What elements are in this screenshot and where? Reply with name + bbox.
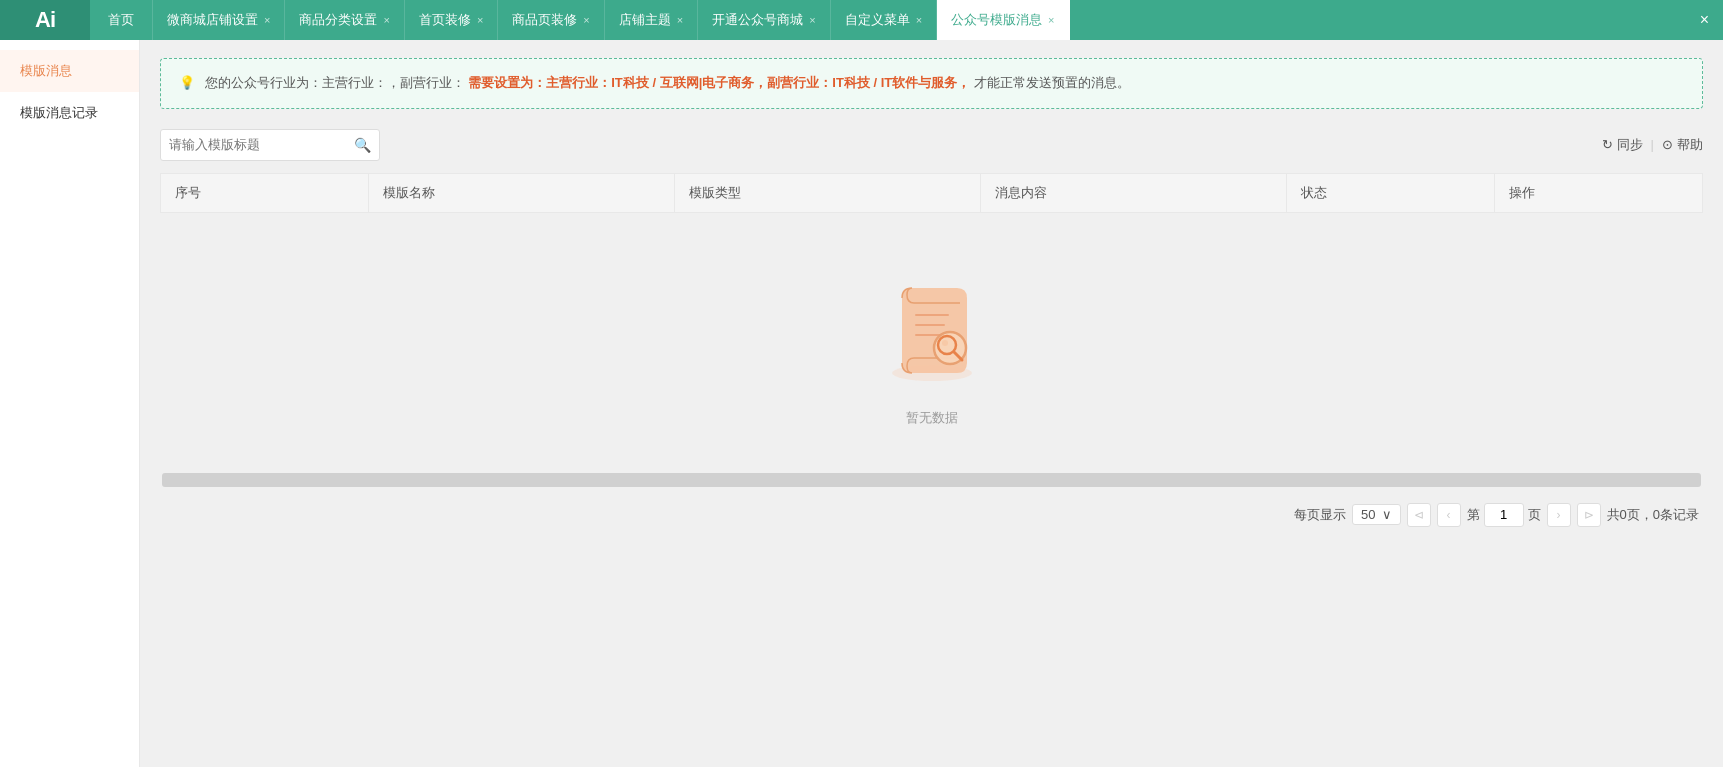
close-tab-product-decor[interactable]: × (583, 14, 589, 26)
data-table: 序号模版名称模版类型消息内容状态操作 (160, 173, 1703, 213)
top-navigation: Ai 首页微商城店铺设置×商品分类设置×首页装修×商品页装修×店铺主题×开通公众… (0, 0, 1723, 40)
content-area: 💡 您的公众号行业为：主营行业：，副营行业： 需要设置为：主营行业：IT科技 /… (140, 40, 1723, 767)
col-header-name: 模版名称 (368, 173, 674, 212)
empty-text: 暂无数据 (906, 409, 958, 427)
col-header-action: 操作 (1495, 173, 1703, 212)
pagination: 每页显示 50 ∨ ⊲ ‹ 第 页 › ⊳ 共0页，0条记录 (160, 493, 1703, 531)
close-tab-shop-theme[interactable]: × (677, 14, 683, 26)
page-total: 共0页，0条记录 (1607, 506, 1699, 524)
logo-text: Ai (35, 7, 55, 33)
logo: Ai (0, 0, 90, 40)
per-page-label: 每页显示 (1294, 506, 1346, 524)
close-tab-open-mall[interactable]: × (809, 14, 815, 26)
col-header-type: 模版类型 (674, 173, 980, 212)
sync-button[interactable]: ↻ 同步 (1602, 136, 1643, 154)
svg-point-7 (942, 340, 948, 346)
nav-tab-product-decor[interactable]: 商品页装修× (498, 0, 604, 40)
last-page-button[interactable]: ⊳ (1577, 503, 1601, 527)
nav-tab-home[interactable]: 首页 (90, 0, 153, 40)
close-tab-template-msg[interactable]: × (1048, 14, 1054, 26)
horizontal-scrollbar[interactable] (160, 473, 1703, 487)
per-page-value: 50 (1361, 507, 1375, 522)
sidebar: 模版消息模版消息记录 (0, 40, 140, 767)
page-number-input[interactable] (1484, 503, 1524, 527)
main-layout: 模版消息模版消息记录 💡 您的公众号行业为：主营行业：，副营行业： 需要设置为：… (0, 40, 1723, 767)
help-label: 帮助 (1677, 136, 1703, 154)
close-tab-category-settings[interactable]: × (383, 14, 389, 26)
help-icon: ⊙ (1662, 137, 1673, 152)
nav-tabs: 首页微商城店铺设置×商品分类设置×首页装修×商品页装修×店铺主题×开通公众号商城… (90, 0, 1686, 40)
prev-page-button[interactable]: ‹ (1437, 503, 1461, 527)
page-input-box: 第 页 (1467, 503, 1541, 527)
scrollbar-track[interactable] (162, 473, 1701, 487)
bulb-icon: 💡 (179, 75, 195, 90)
search-input[interactable] (169, 137, 354, 152)
next-page-button[interactable]: › (1547, 503, 1571, 527)
per-page-dropdown-icon: ∨ (1382, 507, 1392, 522)
toolbar-right: ↻ 同步 | ⊙ 帮助 (1602, 136, 1703, 154)
page-label-before: 第 (1467, 506, 1480, 524)
empty-illustration (872, 273, 992, 393)
table-header: 序号模版名称模版类型消息内容状态操作 (161, 173, 1703, 212)
table-header-row: 序号模版名称模版类型消息内容状态操作 (161, 173, 1703, 212)
sidebar-item-template-msg[interactable]: 模版消息 (0, 50, 139, 92)
nav-tab-template-msg[interactable]: 公众号模版消息× (937, 0, 1069, 40)
col-header-status: 状态 (1287, 173, 1495, 212)
col-header-index: 序号 (161, 173, 369, 212)
notice-text-before: 您的公众号行业为：主营行业：，副营行业： (205, 75, 465, 90)
col-header-content: 消息内容 (981, 173, 1287, 212)
notice-highlight-text: 需要设置为：主营行业：IT科技 / 互联网|电子商务，副营行业：IT科技 / I… (468, 75, 970, 90)
nav-tab-shop-theme[interactable]: 店铺主题× (605, 0, 698, 40)
nav-tab-category-settings[interactable]: 商品分类设置× (285, 0, 404, 40)
first-page-button[interactable]: ⊲ (1407, 503, 1431, 527)
sync-label: 同步 (1617, 136, 1643, 154)
page-label-after: 页 (1528, 506, 1541, 524)
per-page-select[interactable]: 50 ∨ (1352, 504, 1400, 525)
empty-state: 暂无数据 (160, 213, 1703, 467)
close-tab-shop-settings[interactable]: × (264, 14, 270, 26)
notice-box: 💡 您的公众号行业为：主营行业：，副营行业： 需要设置为：主营行业：IT科技 /… (160, 58, 1703, 109)
nav-tab-custom-menu[interactable]: 自定义菜单× (831, 0, 937, 40)
toolbar: 🔍 ↻ 同步 | ⊙ 帮助 (160, 129, 1703, 161)
search-box[interactable]: 🔍 (160, 129, 380, 161)
nav-tab-open-mall[interactable]: 开通公众号商城× (698, 0, 830, 40)
notice-text-after: 才能正常发送预置的消息。 (974, 75, 1130, 90)
nav-tab-shop-settings[interactable]: 微商城店铺设置× (153, 0, 285, 40)
sidebar-item-template-msg-records[interactable]: 模版消息记录 (0, 92, 139, 134)
divider: | (1651, 137, 1654, 152)
close-tab-home-decor[interactable]: × (477, 14, 483, 26)
help-button[interactable]: ⊙ 帮助 (1662, 136, 1703, 154)
sync-icon: ↻ (1602, 137, 1613, 152)
close-all-button[interactable]: × (1686, 11, 1723, 29)
nav-tab-home-decor[interactable]: 首页装修× (405, 0, 498, 40)
close-tab-custom-menu[interactable]: × (916, 14, 922, 26)
search-icon[interactable]: 🔍 (354, 137, 371, 153)
